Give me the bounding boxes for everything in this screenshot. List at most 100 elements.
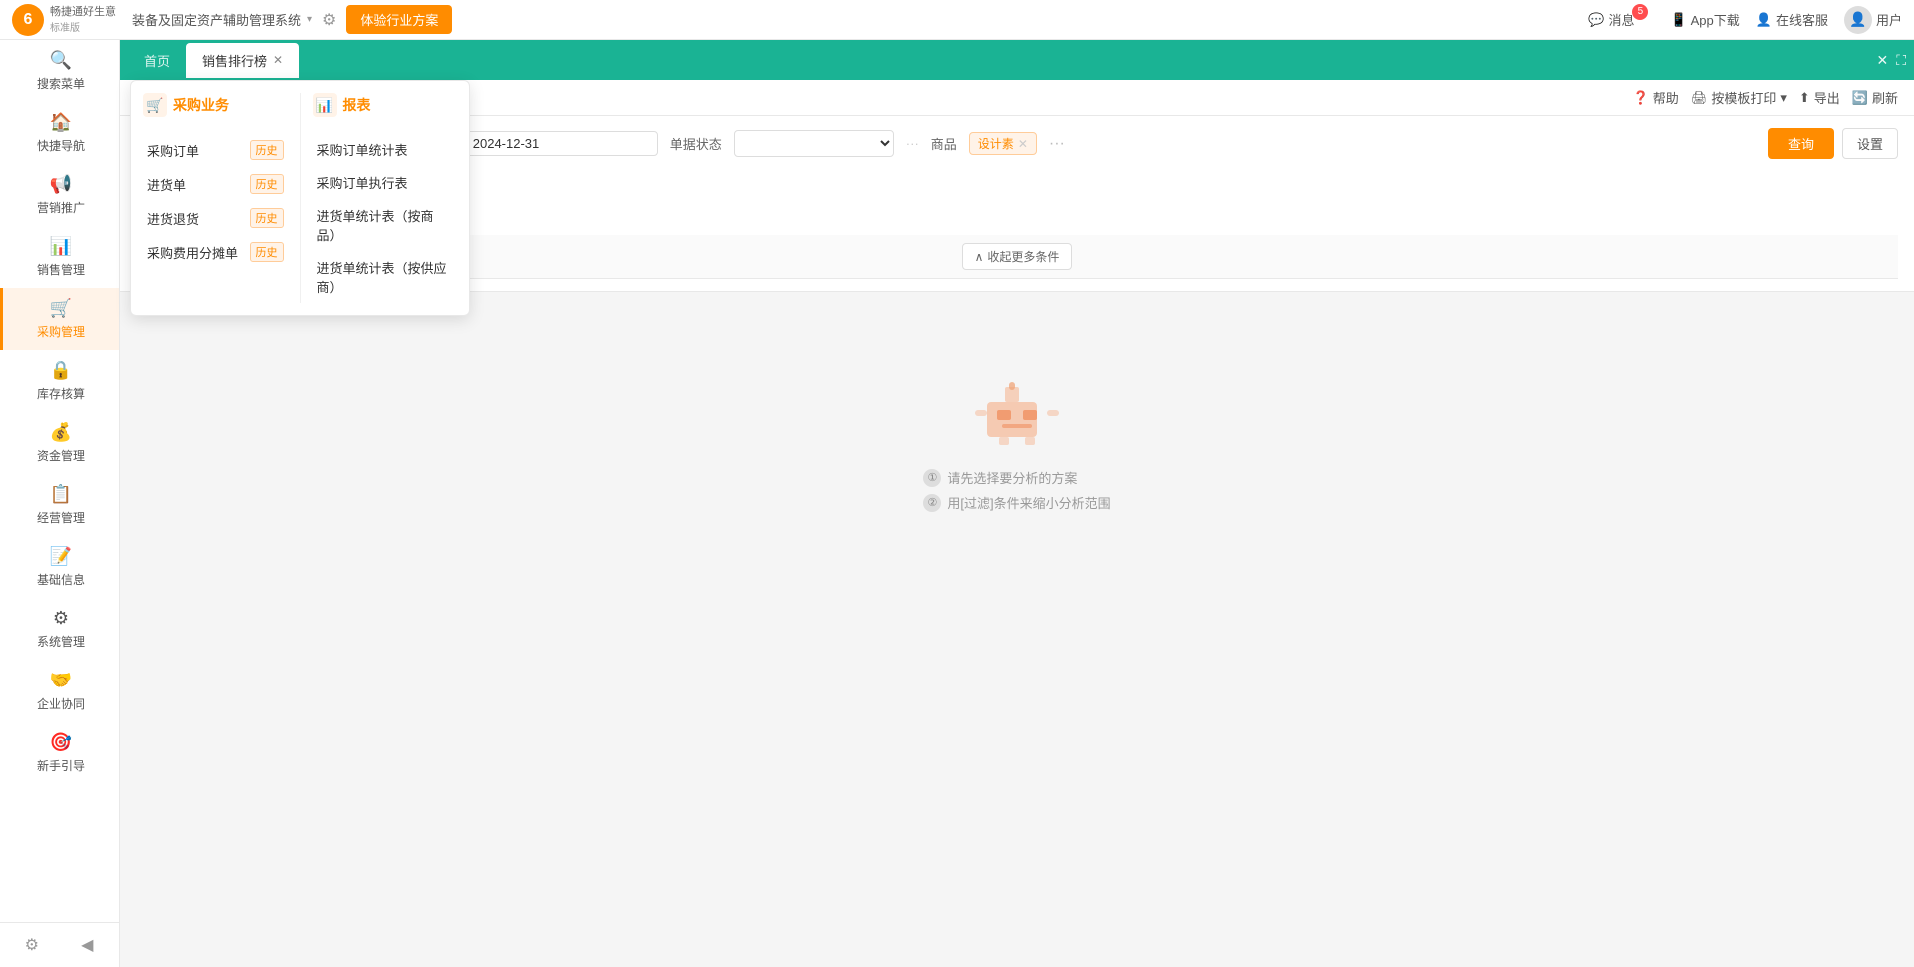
print-dropdown-arrow[interactable]: ▾ [1780,90,1787,106]
print-icon: 🖨 [1691,90,1708,106]
tab-expand-icon[interactable]: ⛶ [1896,52,1906,69]
online-service-item[interactable]: 👤 在线客服 [1756,10,1828,29]
user-avatar: 👤 [1844,6,1872,34]
history-badge-3: 历史 [250,208,284,228]
empty-state: ① 请先选择要分析的方案 ② 用[过滤]条件来缩小分析范围 [120,292,1914,592]
history-badge-1: 历史 [250,140,284,160]
dropdown-item-purchase-order[interactable]: 采购订单 历史 [143,133,288,167]
user-item[interactable]: 👤 用户 [1844,6,1902,34]
tab-window-close-icon[interactable]: ✕ [1876,52,1888,69]
dropdown-item-purchase-expense[interactable]: 采购费用分摊单 历史 [143,235,288,269]
system-dropdown-arrow[interactable]: ▾ [307,14,312,25]
dropdown-item-goods-return[interactable]: 进货退货 历史 [143,201,288,235]
doc-status-select[interactable] [734,130,894,157]
filter-actions: 查询 设置 [1768,128,1898,159]
collapse-label: 收起更多条件 [987,248,1059,265]
tab-close-icon[interactable]: ✕ [273,53,283,67]
sidebar-label-basic: 基础信息 [37,571,85,588]
po-exec-label: 采购订单执行表 [317,173,408,192]
hint-text-1: 请先选择要分析的方案 [947,468,1077,487]
tab-home[interactable]: 首页 [128,43,186,78]
messages-item[interactable]: 💬 消息 5 [1588,10,1654,29]
hint-num-2: ② [923,494,941,512]
sidebar-label-operation: 经营管理 [37,509,85,526]
sidebar-item-cooperation[interactable]: 🤝 企业协同 [0,660,119,722]
goods-in-label: 进货单 [147,175,186,194]
report-title-icon: 📊 [313,93,337,117]
basic-icon: 📝 [50,546,72,567]
search-icon: 🔍 [50,50,72,71]
sidebar-item-search[interactable]: 🔍 搜索菜单 [0,40,119,102]
sidebar-item-operation[interactable]: 📋 经营管理 [0,474,119,536]
sidebar-settings-btn[interactable]: ⚙ [8,931,56,959]
goods-ellipsis[interactable]: ··· [1049,135,1065,153]
sidebar-item-purchase[interactable]: 🛒 采购管理 [0,288,119,350]
dropdown-item-goods-in-supplier[interactable]: 进货单统计表（按供应商） [313,251,458,303]
top-bar-right: 💬 消息 5 📱 App下载 👤 在线客服 👤 用户 [1588,6,1902,34]
refresh-icon: 🔄 [1852,90,1868,106]
sales-icon: 📊 [50,236,72,257]
tab-home-label: 首页 [144,51,170,70]
settings-icon[interactable]: ⚙ [322,10,336,30]
print-label: 按模板打印 [1711,88,1776,107]
help-icon: ❓ [1633,90,1649,106]
help-btn[interactable]: ❓ 帮助 [1633,88,1679,107]
sidebar-item-finance[interactable]: 💰 资金管理 [0,412,119,474]
help-label: 帮助 [1653,88,1679,107]
sidebar-label-quick-nav: 快捷导航 [37,137,85,154]
operation-icon: 📋 [50,484,72,505]
logo-text: 畅捷通好生意 [50,5,116,19]
system-icon: ⚙ [53,608,69,629]
goods-tag-close[interactable]: ✕ [1018,137,1028,151]
goods-tag-text: 设计素 [978,135,1014,152]
hint-num-1: ① [923,469,941,487]
sidebar-label-inventory: 库存核算 [37,385,85,402]
sidebar-label-search: 搜索菜单 [37,75,85,92]
goods-tag: 设计素 ✕ [969,132,1037,155]
tab-sales-rank[interactable]: 销售排行榜 ✕ [186,43,299,78]
sidebar-item-marketing[interactable]: 📢 营销推广 [0,164,119,226]
collapse-up-icon: ∧ [975,250,984,264]
export-btn[interactable]: ⬆ 导出 [1799,88,1840,107]
dropdown-item-goods-in[interactable]: 进货单 历史 [143,167,288,201]
dropdown-item-po-stats[interactable]: 采购订单统计表 [313,133,458,166]
sidebar-label-system: 系统管理 [37,633,85,650]
sidebar-label-finance: 资金管理 [37,447,85,464]
settings-btn[interactable]: 设置 [1842,128,1898,159]
sidebar-item-inventory[interactable]: 🔒 库存核算 [0,350,119,412]
goods-in-supplier-label: 进货单统计表（按供应商） [317,258,454,296]
app-download-item[interactable]: 📱 App下载 [1670,10,1739,29]
sidebar-collapse-btn[interactable]: ◀ [64,931,112,959]
mobile-icon: 📱 [1670,12,1686,28]
sidebar-item-quick-nav[interactable]: 🏠 快捷导航 [0,102,119,164]
print-btn[interactable]: 🖨 按模板打印 ▾ [1691,88,1787,107]
dropdown-item-po-exec[interactable]: 采购订单执行表 [313,166,458,199]
industry-btn[interactable]: 体验行业方案 [346,5,452,34]
tab-bar-right: ✕ ⛶ [1876,52,1906,69]
finance-icon: 💰 [50,422,72,443]
export-label: 导出 [1814,88,1840,107]
empty-hint-1: ① 请先选择要分析的方案 [923,468,1110,487]
dropdown-item-goods-in-stats[interactable]: 进货单统计表（按商品） [313,199,458,251]
system-title-text: 装备及固定资产辅助管理系统 [132,10,301,29]
sidebar-item-basic[interactable]: 📝 基础信息 [0,536,119,598]
collapse-btn[interactable]: ∧ 收起更多条件 [962,243,1073,270]
dropdown-purchase-title: 🛒 采购业务 [143,93,288,123]
date-end-input[interactable] [464,131,658,156]
purchase-expense-label: 采购费用分摊单 [147,243,238,262]
app-download-label: App下载 [1691,10,1740,29]
sidebar-item-system[interactable]: ⚙ 系统管理 [0,598,119,660]
sidebar-item-sales[interactable]: 📊 销售管理 [0,226,119,288]
refresh-btn[interactable]: 🔄 刷新 [1852,88,1898,107]
message-icon: 💬 [1588,12,1604,28]
guide-icon: 🎯 [50,732,72,753]
sidebar-item-guide[interactable]: 🎯 新手引导 [0,722,119,784]
sidebar-label-cooperation: 企业协同 [37,695,85,712]
sidebar-label-purchase: 采购管理 [37,323,85,340]
logo-icon: 6 [12,4,44,36]
query-btn[interactable]: 查询 [1768,128,1834,159]
goods-label: 商品 [931,134,957,153]
messages-label: 消息 [1608,10,1634,29]
tab-sales-rank-label: 销售排行榜 [202,51,267,70]
sidebar: 🔍 搜索菜单 🏠 快捷导航 📢 营销推广 📊 销售管理 🛒 采购管理 🔒 库存核… [0,40,120,967]
